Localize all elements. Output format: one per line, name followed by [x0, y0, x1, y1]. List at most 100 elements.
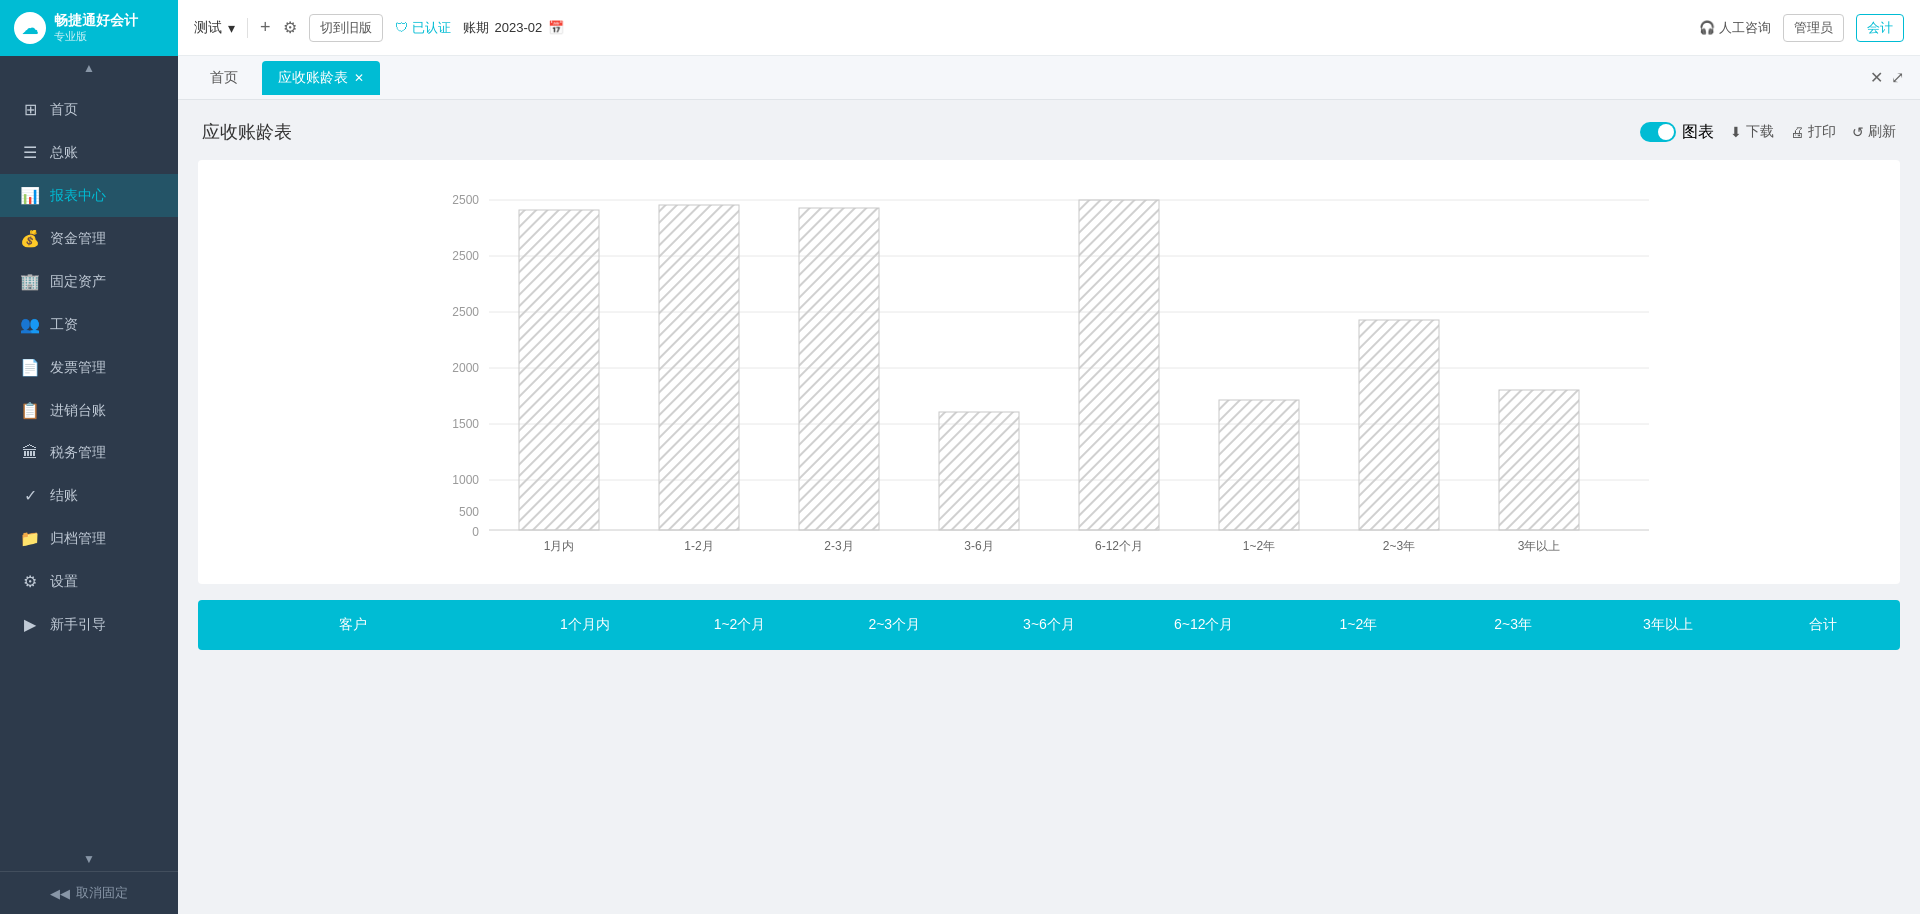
guide-icon: ▶ [20, 615, 40, 634]
sidebar-item-label-archive: 归档管理 [50, 530, 106, 548]
svg-text:1月内: 1月内 [544, 539, 575, 553]
sidebar-item-guide[interactable]: ▶ 新手引导 [0, 603, 178, 646]
print-icon: 🖨 [1790, 124, 1804, 140]
svg-text:500: 500 [459, 505, 479, 519]
sidebar: ☁ 畅捷通好会计 专业版 ▲ ⊞ 首页 ☰ 总账 📊 报表中心 💰 资金管理 🏢… [0, 0, 178, 914]
sidebar-item-sales[interactable]: 📋 进销台账 [0, 389, 178, 432]
svg-text:1~2年: 1~2年 [1243, 539, 1275, 553]
logo-text-block: 畅捷通好会计 专业版 [54, 12, 138, 44]
close-icon[interactable]: ✕ [1870, 68, 1883, 87]
sidebar-item-settings[interactable]: ⚙ 设置 [0, 560, 178, 603]
svg-text:2500: 2500 [452, 249, 479, 263]
bar-chart: 2500 2500 2500 2000 1500 1000 500 0 1月内 … [218, 180, 1880, 560]
logo-icon: ☁ [14, 12, 46, 44]
svg-text:1500: 1500 [452, 417, 479, 431]
th-2-3month: 2~3个月 [817, 600, 972, 650]
svg-text:3-6月: 3-6月 [964, 539, 993, 553]
chart-svg-wrapper: 2500 2500 2500 2000 1500 1000 500 0 1月内 … [218, 180, 1880, 564]
scroll-up-btn[interactable]: ▲ [0, 56, 178, 80]
add-company-btn[interactable]: + [260, 17, 271, 38]
cancel-fixed-btn[interactable]: ◀◀ 取消固定 [0, 871, 178, 914]
sidebar-item-ledger[interactable]: ☰ 总账 [0, 131, 178, 174]
sidebar-item-reports[interactable]: 📊 报表中心 [0, 174, 178, 217]
chart-toggle[interactable]: 图表 [1640, 122, 1714, 143]
settings-btn[interactable]: ⚙ [283, 18, 297, 37]
sidebar-item-tax[interactable]: 🏛 税务管理 [0, 432, 178, 474]
expand-icon[interactable]: ⤢ [1891, 68, 1904, 87]
th-customer: 客户 [198, 600, 507, 650]
th-3-6month: 3~6个月 [972, 600, 1127, 650]
accountant-btn[interactable]: 会计 [1856, 14, 1904, 42]
th-3year-plus: 3年以上 [1591, 600, 1746, 650]
refresh-label: 刷新 [1868, 123, 1896, 141]
scroll-down-btn[interactable]: ▼ [0, 847, 178, 871]
chart-toggle-label: 图表 [1682, 122, 1714, 143]
settings-icon: ⚙ [20, 572, 40, 591]
period-selector[interactable]: 账期 2023-02 📅 [463, 19, 565, 37]
headset-icon: 🎧 [1699, 20, 1715, 35]
funds-icon: 💰 [20, 229, 40, 248]
sidebar-item-home[interactable]: ⊞ 首页 [0, 88, 178, 131]
tab-home-label: 首页 [210, 69, 238, 87]
invoice-icon: 📄 [20, 358, 40, 377]
svg-text:2500: 2500 [452, 193, 479, 207]
print-label: 打印 [1808, 123, 1836, 141]
sidebar-item-archive[interactable]: 📁 归档管理 [0, 517, 178, 560]
tab-home[interactable]: 首页 [194, 61, 254, 95]
tabbar: 首页 应收账龄表 ✕ ✕ ⤢ [178, 56, 1920, 100]
table-header: 客户 1个月内 1~2个月 2~3个月 3~6个月 6~12个月 1~2年 2~… [198, 600, 1900, 650]
svg-text:0: 0 [472, 525, 479, 539]
th-6-12month: 6~12个月 [1126, 600, 1281, 650]
svg-text:2-3月: 2-3月 [824, 539, 853, 553]
sidebar-item-label-sales: 进销台账 [50, 402, 106, 420]
svg-text:2500: 2500 [452, 305, 479, 319]
home-icon: ⊞ [20, 100, 40, 119]
svg-text:6-12个月: 6-12个月 [1095, 539, 1143, 553]
toggle-thumb [1658, 124, 1674, 140]
logo-title: 畅捷通好会计 [54, 12, 138, 29]
download-label: 下载 [1746, 123, 1774, 141]
th-1month: 1个月内 [507, 600, 662, 650]
manager-btn[interactable]: 管理员 [1783, 14, 1844, 42]
bar-3年以上 [1499, 390, 1579, 530]
page-title: 应收账龄表 [202, 120, 292, 144]
toggle-track[interactable] [1640, 122, 1676, 142]
download-btn[interactable]: ⬇ 下载 [1730, 123, 1774, 141]
refresh-icon: ↺ [1852, 124, 1864, 140]
bar-1-2月 [659, 205, 739, 530]
th-2-3year: 2~3年 [1436, 600, 1591, 650]
tab-aging-report[interactable]: 应收账龄表 ✕ [262, 61, 380, 95]
old-version-btn[interactable]: 切到旧版 [309, 14, 383, 42]
page-actions: 图表 ⬇ 下载 🖨 打印 ↺ 刷新 [1640, 122, 1896, 143]
sidebar-item-invoice[interactable]: 📄 发票管理 [0, 346, 178, 389]
consult-btn[interactable]: 🎧 人工咨询 [1699, 19, 1771, 37]
tax-icon: 🏛 [20, 444, 40, 462]
sidebar-item-label-tax: 税务管理 [50, 444, 106, 462]
sidebar-logo: ☁ 畅捷通好会计 专业版 [0, 0, 178, 56]
sidebar-item-label-settings: 设置 [50, 573, 78, 591]
sidebar-item-wages[interactable]: 👥 工资 [0, 303, 178, 346]
tab-close-btn[interactable]: ✕ [354, 71, 364, 85]
sidebar-item-funds[interactable]: 💰 资金管理 [0, 217, 178, 260]
tabbar-icons: ✕ ⤢ [1870, 68, 1904, 87]
topbar-divider-1 [247, 18, 248, 38]
bar-3-6月 [939, 412, 1019, 530]
svg-text:1-2月: 1-2月 [684, 539, 713, 553]
th-1-2month: 1~2个月 [662, 600, 817, 650]
logo-subtitle: 专业版 [54, 29, 138, 44]
sidebar-item-label-assets: 固定资产 [50, 273, 106, 291]
ledger-icon: ☰ [20, 143, 40, 162]
refresh-btn[interactable]: ↺ 刷新 [1852, 123, 1896, 141]
print-btn[interactable]: 🖨 打印 [1790, 123, 1836, 141]
period-value: 2023-02 [495, 20, 543, 35]
calendar-icon: 📅 [548, 20, 564, 35]
topbar: 测试 ▾ + ⚙ 切到旧版 🛡 已认证 账期 2023-02 📅 🎧 人工咨询 … [178, 0, 1920, 56]
archive-icon: 📁 [20, 529, 40, 548]
cert-label: 已认证 [412, 19, 451, 37]
tab-aging-label: 应收账龄表 [278, 69, 348, 87]
sidebar-item-assets[interactable]: 🏢 固定资产 [0, 260, 178, 303]
cert-status: 🛡 已认证 [395, 19, 451, 37]
project-selector[interactable]: 测试 ▾ [194, 19, 235, 37]
sidebar-item-close[interactable]: ✓ 结账 [0, 474, 178, 517]
svg-text:2000: 2000 [452, 361, 479, 375]
